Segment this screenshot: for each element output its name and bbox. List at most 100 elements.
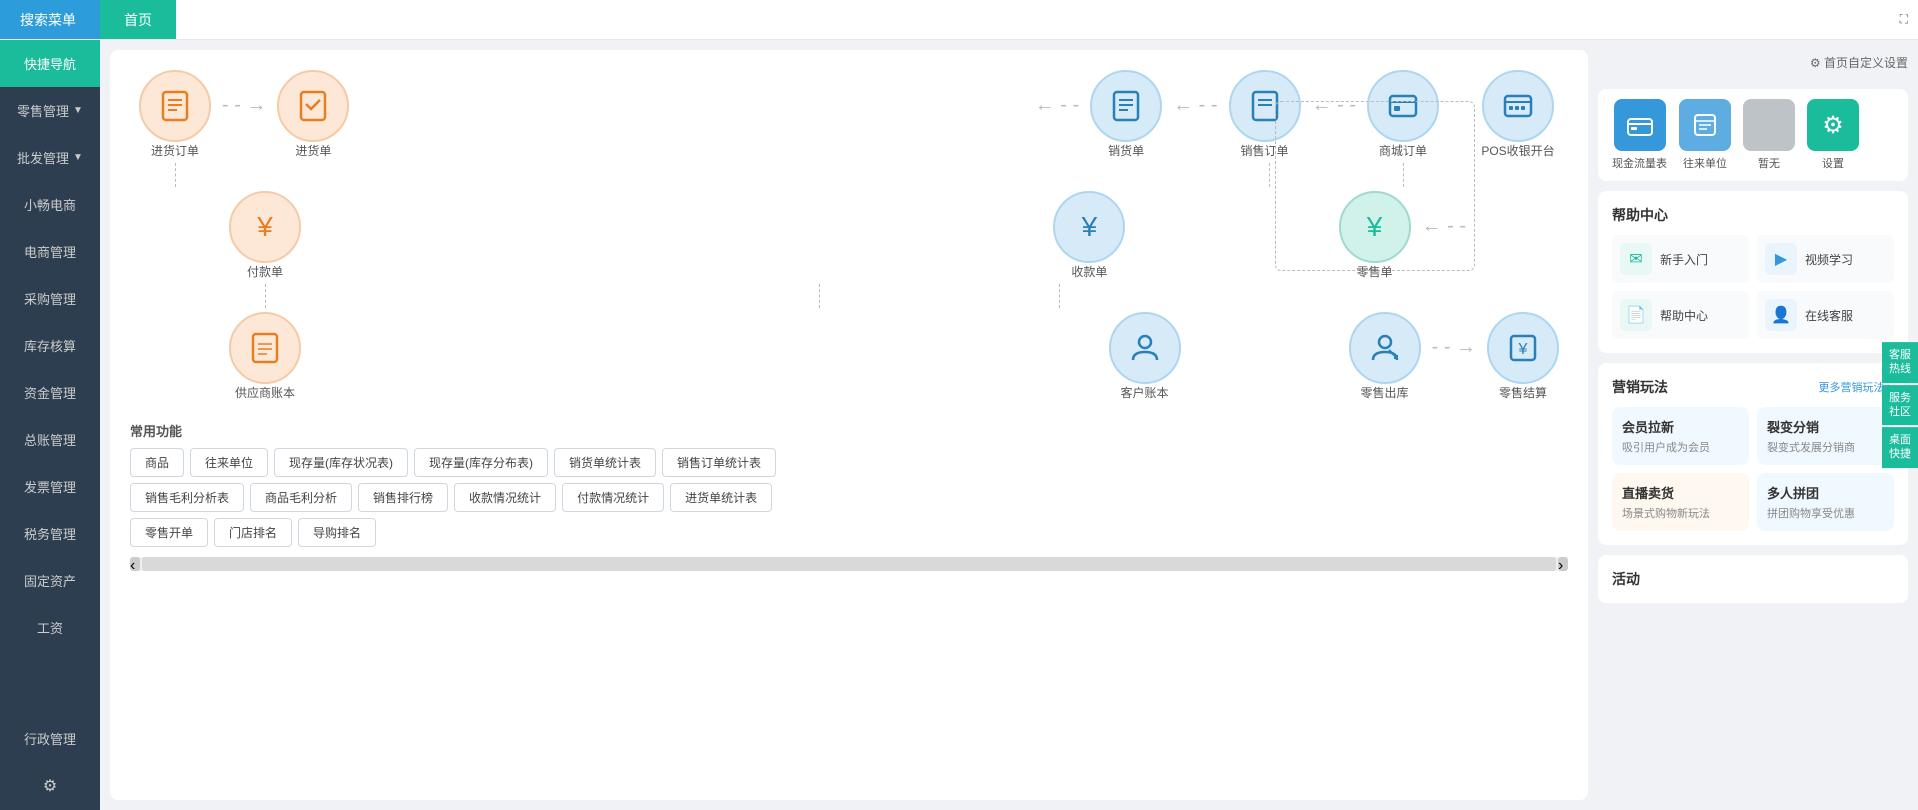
scroll-track bbox=[142, 557, 1556, 571]
home-tab[interactable]: 首页 bbox=[100, 0, 176, 39]
connector-down-3 bbox=[1403, 163, 1404, 187]
node-payment[interactable]: ¥ 付款单 bbox=[220, 191, 310, 280]
main-content: 进货订单 - - → 进货单 bbox=[100, 40, 1918, 810]
func-btn-store-rank[interactable]: 门店排名 bbox=[214, 518, 292, 547]
marketing-title: 营销玩法 bbox=[1612, 377, 1668, 397]
func-row-3: 零售开单 门店排名 导购排名 bbox=[130, 518, 1568, 547]
help-item-service[interactable]: 👤 在线客服 bbox=[1757, 291, 1894, 339]
service-icon: 👤 bbox=[1765, 299, 1797, 331]
help-center: 帮助中心 ✉ 新手入门 ▶ 视频学习 📄 帮助中心 bbox=[1598, 191, 1908, 353]
sidebar-item-retail[interactable]: 零售管理 ▼ bbox=[0, 87, 100, 134]
sidebar-item-wholesale[interactable]: 批发管理 ▼ bbox=[0, 134, 100, 181]
sidebar-item-small-ecom[interactable]: 小畅电商 bbox=[0, 181, 100, 228]
sidebar-item-tax[interactable]: 税务管理 bbox=[0, 510, 100, 557]
home-tab-label: 首页 bbox=[124, 10, 152, 30]
func-btn-receipt-stats[interactable]: 收款情况统计 bbox=[454, 483, 556, 512]
scroll-bar[interactable]: ‹ › bbox=[130, 557, 1568, 571]
node-customer-account[interactable]: 客户账本 bbox=[1100, 312, 1190, 401]
activity-title: 活动 bbox=[1612, 569, 1894, 589]
scroll-right-arrow[interactable]: › bbox=[1558, 557, 1568, 571]
scroll-left-arrow[interactable]: ‹ bbox=[130, 557, 140, 571]
sidebar-item-payroll[interactable]: 工资 bbox=[0, 604, 100, 651]
node-mall-order[interactable]: 商城订单 bbox=[1358, 70, 1448, 159]
sidebar-item-assets[interactable]: 固定资产 bbox=[0, 557, 100, 604]
help-item-beginner[interactable]: ✉ 新手入门 bbox=[1612, 235, 1749, 283]
sidebar-item-admin[interactable]: 行政管理 bbox=[0, 715, 100, 762]
workflow-panel: 进货订单 - - → 进货单 bbox=[110, 50, 1588, 800]
expand-icon[interactable]: ⛶ bbox=[1900, 12, 1908, 27]
customize-bar: ⚙ 首页自定义设置 bbox=[1598, 50, 1908, 79]
sidebar-item-ecom[interactable]: 电商管理 bbox=[0, 228, 100, 275]
quick-icon-cashflow[interactable]: 现金流量表 bbox=[1612, 99, 1667, 171]
common-functions: 常用功能 商品 往来单位 现存量(库存状况表) 现存量(库存分布表) 销货单统计… bbox=[130, 421, 1568, 547]
connector-receipt-down bbox=[819, 284, 820, 308]
marketing-header: 营销玩法 更多营销玩法 > bbox=[1612, 377, 1894, 397]
arrow-2: ← - - bbox=[1035, 70, 1079, 117]
node-retail-settlement[interactable]: ¥ 零售结算 bbox=[1478, 312, 1568, 401]
node-retail-bill[interactable]: ¥ 零售单 bbox=[1330, 191, 1420, 280]
quick-icon-settings[interactable]: ⚙ 设置 bbox=[1807, 99, 1859, 171]
func-btn-order-stats[interactable]: 销售订单统计表 bbox=[662, 448, 776, 477]
func-btn-sales-profit[interactable]: 销售毛利分析表 bbox=[130, 483, 244, 512]
func-btn-sales-stats[interactable]: 销货单统计表 bbox=[554, 448, 656, 477]
help-grid: ✉ 新手入门 ▶ 视频学习 📄 帮助中心 👤 bbox=[1612, 235, 1894, 339]
arrow-6: ← - - bbox=[1422, 191, 1466, 238]
sidebar-item-quicknav[interactable]: 快捷导航 bbox=[0, 40, 100, 87]
help-item-help[interactable]: 📄 帮助中心 bbox=[1612, 291, 1749, 339]
connector-down-1 bbox=[175, 163, 176, 187]
sidebar-item-invoice[interactable]: 发票管理 bbox=[0, 463, 100, 510]
search-menu-label: 搜索菜单 bbox=[20, 10, 76, 30]
marketing-grid: 会员拉新 吸引用户成为会员 裂变分销 裂变式发展分销商 直播卖货 场景式购物新玩… bbox=[1612, 407, 1894, 531]
arrow-4: ← - - bbox=[1312, 70, 1356, 117]
func-btn-guide-rank[interactable]: 导购排名 bbox=[298, 518, 376, 547]
node-retail-outbound[interactable]: 零售出库 bbox=[1340, 312, 1430, 401]
quick-icon-none[interactable]: 暂无 bbox=[1743, 99, 1795, 171]
arrow-7: - - → bbox=[1432, 312, 1476, 359]
connector-down-2 bbox=[1269, 163, 1270, 187]
float-btn-community[interactable]: 服务社区 bbox=[1882, 385, 1918, 426]
right-panel: ⚙ 首页自定义设置 现金流量表 bbox=[1598, 50, 1908, 800]
flow-container: 进货订单 - - → 进货单 bbox=[130, 70, 1568, 401]
video-icon: ▶ bbox=[1765, 243, 1797, 275]
arrow-1: - - → bbox=[222, 70, 266, 117]
node-supplier-account[interactable]: 供应商账本 bbox=[220, 312, 310, 401]
workflow-scroll[interactable]: 进货订单 - - → 进货单 bbox=[130, 70, 1568, 405]
sidebar: 快捷导航 零售管理 ▼ 批发管理 ▼ 小畅电商 电商管理 采购管理 库存核算 资… bbox=[0, 40, 100, 810]
help-center-title: 帮助中心 bbox=[1612, 205, 1894, 225]
node-sales-receipt[interactable]: 销货单 bbox=[1081, 70, 1171, 159]
sidebar-item-inventory[interactable]: 库存核算 bbox=[0, 322, 100, 369]
search-menu-button[interactable]: 搜索菜单 bbox=[0, 0, 100, 39]
func-btn-goods[interactable]: 商品 bbox=[130, 448, 184, 477]
float-btn-desktop-quick[interactable]: 桌面快捷 bbox=[1882, 427, 1918, 468]
arrow-5 bbox=[1136, 191, 1197, 238]
func-btn-retail-order[interactable]: 零售开单 bbox=[130, 518, 208, 547]
sidebar-item-purchase[interactable]: 采购管理 bbox=[0, 275, 100, 322]
func-btn-purchase-stats[interactable]: 进货单统计表 bbox=[670, 483, 772, 512]
sidebar-gear-icon[interactable]: ⚙ bbox=[0, 762, 100, 810]
sidebar-item-finance[interactable]: 资金管理 bbox=[0, 369, 100, 416]
func-btn-stock-status[interactable]: 现存量(库存状况表) bbox=[274, 448, 408, 477]
func-btn-payment-stats[interactable]: 付款情况统计 bbox=[562, 483, 664, 512]
marketing-item-member[interactable]: 会员拉新 吸引用户成为会员 bbox=[1612, 407, 1749, 465]
sidebar-item-ledger[interactable]: 总账管理 bbox=[0, 416, 100, 463]
help-item-video[interactable]: ▶ 视频学习 bbox=[1757, 235, 1894, 283]
func-btn-goods-profit[interactable]: 商品毛利分析 bbox=[250, 483, 352, 512]
func-btn-partners[interactable]: 往来单位 bbox=[190, 448, 268, 477]
arrow-3: ← - - bbox=[1173, 70, 1217, 117]
func-row-1: 商品 往来单位 现存量(库存状况表) 现存量(库存分布表) 销货单统计表 销售订… bbox=[130, 448, 1568, 477]
marketing-item-fission[interactable]: 裂变分销 裂变式发展分销商 bbox=[1757, 407, 1894, 465]
marketing-item-group[interactable]: 多人拼团 拼团购物享受优惠 bbox=[1757, 473, 1894, 531]
connector-retail-down bbox=[1059, 284, 1060, 308]
customize-settings-btn[interactable]: ⚙ 首页自定义设置 bbox=[1810, 54, 1908, 71]
node-purchase-receipt[interactable]: 进货单 bbox=[268, 70, 358, 159]
node-purchase-order[interactable]: 进货订单 bbox=[130, 70, 220, 159]
node-sales-order[interactable]: 销售订单 bbox=[1220, 70, 1310, 159]
common-funcs-title: 常用功能 bbox=[130, 421, 1568, 440]
func-btn-stock-dist[interactable]: 现存量(库存分布表) bbox=[414, 448, 548, 477]
node-pos-cashier[interactable]: POS收银开台 bbox=[1468, 70, 1568, 159]
float-btn-customer-service[interactable]: 客服热线 bbox=[1882, 342, 1918, 383]
node-receipt[interactable]: ¥ 收款单 bbox=[1044, 191, 1134, 280]
func-btn-sales-rank[interactable]: 销售排行榜 bbox=[358, 483, 448, 512]
quick-icon-partners[interactable]: 往来单位 bbox=[1679, 99, 1731, 171]
marketing-item-live[interactable]: 直播卖货 场景式购物新玩法 bbox=[1612, 473, 1749, 531]
